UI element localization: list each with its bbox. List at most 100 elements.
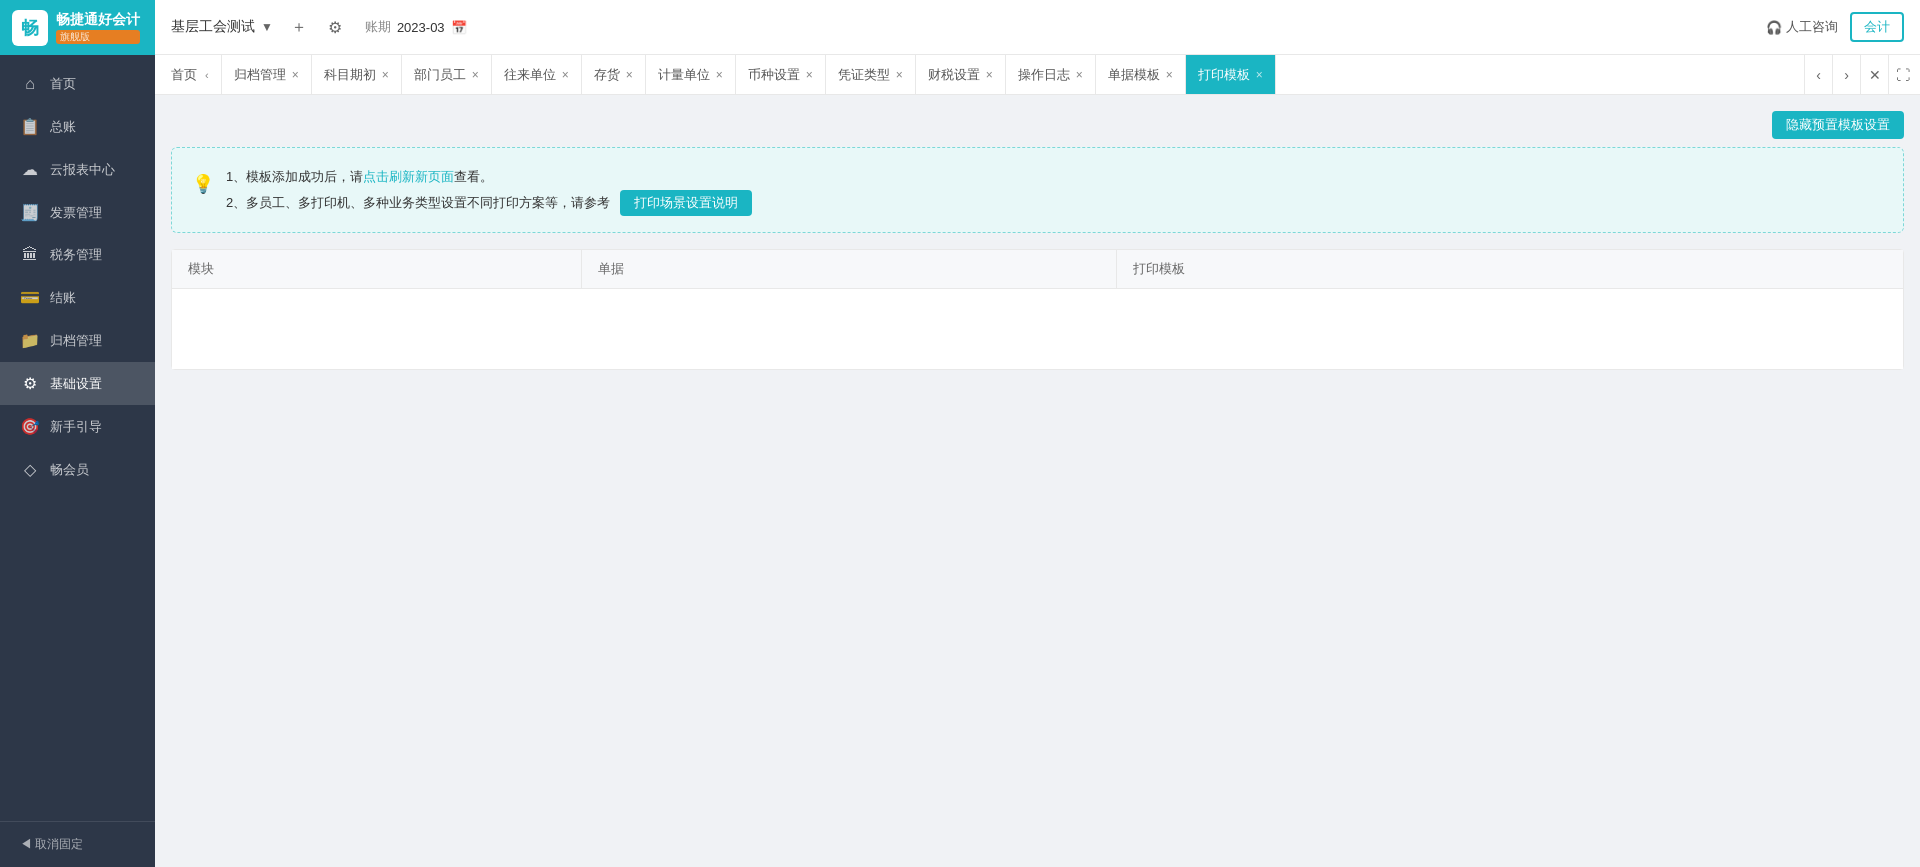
tab-next-button[interactable]: › bbox=[1832, 55, 1860, 95]
period-label: 账期 bbox=[365, 18, 391, 36]
sidebar-item-member[interactable]: ◇ 畅会员 bbox=[0, 448, 155, 491]
sidebar-label-settle: 结账 bbox=[50, 289, 76, 307]
tab-label-stock: 存货 bbox=[594, 66, 620, 84]
tab-partner[interactable]: 往来单位 × bbox=[492, 55, 582, 95]
company-chevron-icon: ▼ bbox=[261, 20, 273, 34]
hide-preview-button[interactable]: 隐藏预置模板设置 bbox=[1772, 111, 1904, 139]
notice-refresh-link[interactable]: 点击刷新新页面 bbox=[363, 169, 454, 184]
tab-subject[interactable]: 科目期初 × bbox=[312, 55, 402, 95]
tab-printtemplate[interactable]: 打印模板 × bbox=[1186, 55, 1276, 95]
settle-icon: 💳 bbox=[20, 288, 40, 307]
tab-singletemplate[interactable]: 单据模板 × bbox=[1096, 55, 1186, 95]
notice-line2: 2、多员工、多打印机、多种业务类型设置不同打印方案等，请参考 打印场景设置说明 bbox=[226, 190, 1883, 216]
sidebar-label-archive: 归档管理 bbox=[50, 332, 102, 350]
tab-archive[interactable]: 归档管理 × bbox=[222, 55, 312, 95]
sidebar-label-settings: 基础设置 bbox=[50, 375, 102, 393]
tab-close-voucher[interactable]: × bbox=[896, 68, 903, 82]
sidebar-nav: ⌂ 首页 📋 总账 ☁ 云报表中心 🧾 发票管理 🏛 税务管理 💳 结账 📁 归… bbox=[0, 55, 155, 821]
company-selector[interactable]: 基层工会测试 ▼ bbox=[171, 18, 273, 36]
sidebar-item-reports[interactable]: ☁ 云报表中心 bbox=[0, 148, 155, 191]
sidebar-item-invoice[interactable]: 🧾 发票管理 bbox=[0, 191, 155, 234]
settings-icon: ⚙ bbox=[20, 374, 40, 393]
tab-close-printtemplate[interactable]: × bbox=[1256, 68, 1263, 82]
tab-close-currency[interactable]: × bbox=[806, 68, 813, 82]
sidebar-item-ledger[interactable]: 📋 总账 bbox=[0, 105, 155, 148]
sidebar-label-member: 畅会员 bbox=[50, 461, 89, 479]
tab-close-stock[interactable]: × bbox=[626, 68, 633, 82]
sidebar-item-home[interactable]: ⌂ 首页 bbox=[0, 63, 155, 105]
tab-label-currency: 币种设置 bbox=[748, 66, 800, 84]
account-button[interactable]: 会计 bbox=[1850, 12, 1904, 42]
tab-label-dept: 部门员工 bbox=[414, 66, 466, 84]
headset-icon: 🎧 bbox=[1766, 20, 1782, 35]
company-name: 基层工会测试 bbox=[171, 18, 255, 36]
tab-prev-button[interactable]: ‹ bbox=[1804, 55, 1832, 95]
tab-label-taxsetting: 财税设置 bbox=[928, 66, 980, 84]
member-icon: ◇ bbox=[20, 460, 40, 479]
tab-label-singletemplate: 单据模板 bbox=[1108, 66, 1160, 84]
guide-icon: 🎯 bbox=[20, 417, 40, 436]
add-tab-button[interactable]: ＋ bbox=[285, 13, 313, 41]
tab-unit[interactable]: 计量单位 × bbox=[646, 55, 736, 95]
notice-line1-post: 查看。 bbox=[454, 169, 493, 184]
sidebar-label-tax: 税务管理 bbox=[50, 246, 102, 264]
data-table: 模块 单据 打印模板 bbox=[171, 249, 1904, 370]
sidebar-logo: 畅 畅捷通好会计 旗舰版 bbox=[0, 0, 155, 55]
tab-currency[interactable]: 币种设置 × bbox=[736, 55, 826, 95]
sidebar-item-archive[interactable]: 📁 归档管理 bbox=[0, 319, 155, 362]
invoice-icon: 🧾 bbox=[20, 203, 40, 222]
sidebar-label-home: 首页 bbox=[50, 75, 76, 93]
tab-close-button[interactable]: ✕ bbox=[1860, 55, 1888, 95]
sidebar-footer[interactable]: ◀ 取消固定 bbox=[0, 821, 155, 867]
settings-icon[interactable]: ⚙ bbox=[321, 13, 349, 41]
content-header: 隐藏预置模板设置 bbox=[171, 111, 1904, 139]
calendar-icon[interactable]: 📅 bbox=[451, 20, 467, 35]
tab-home[interactable]: 首页 ‹ bbox=[159, 55, 222, 95]
tab-close-archive[interactable]: × bbox=[292, 68, 299, 82]
sidebar-label-invoice: 发票管理 bbox=[50, 204, 102, 222]
logo-subtitle: 旗舰版 bbox=[56, 30, 140, 44]
period-value: 2023-03 bbox=[397, 20, 445, 35]
support-button[interactable]: 🎧 人工咨询 bbox=[1766, 18, 1838, 36]
content-area: 隐藏预置模板设置 💡 1、模板添加成功后，请点击刷新新页面查看。 2、多员工、多… bbox=[155, 95, 1920, 867]
logo-text: 畅捷通好会计 旗舰版 bbox=[56, 11, 140, 44]
tab-close-partner[interactable]: × bbox=[562, 68, 569, 82]
notice-line1: 1、模板添加成功后，请点击刷新新页面查看。 bbox=[226, 164, 1883, 190]
sidebar-label-reports: 云报表中心 bbox=[50, 161, 115, 179]
tab-close-singletemplate[interactable]: × bbox=[1166, 68, 1173, 82]
archive-icon: 📁 bbox=[20, 331, 40, 350]
sidebar-item-settle[interactable]: 💳 结账 bbox=[0, 276, 155, 319]
tab-label-printtemplate: 打印模板 bbox=[1198, 66, 1250, 84]
table-header: 模块 单据 打印模板 bbox=[172, 250, 1903, 289]
tab-dept[interactable]: 部门员工 × bbox=[402, 55, 492, 95]
tab-stock[interactable]: 存货 × bbox=[582, 55, 646, 95]
notice-bulb-icon: 💡 bbox=[192, 166, 214, 202]
tab-label-unit: 计量单位 bbox=[658, 66, 710, 84]
tab-maximize-button[interactable]: ⛶ bbox=[1888, 55, 1916, 95]
support-label: 人工咨询 bbox=[1786, 18, 1838, 36]
print-scene-button[interactable]: 打印场景设置说明 bbox=[620, 190, 752, 216]
tab-voucher[interactable]: 凭证类型 × bbox=[826, 55, 916, 95]
tab-home-chevron: ‹ bbox=[205, 69, 209, 81]
sidebar-item-guide[interactable]: 🎯 新手引导 bbox=[0, 405, 155, 448]
tab-oplog[interactable]: 操作日志 × bbox=[1006, 55, 1096, 95]
tab-close-dept[interactable]: × bbox=[472, 68, 479, 82]
header-right: 🎧 人工咨询 会计 bbox=[1766, 12, 1904, 42]
tab-taxsetting[interactable]: 财税设置 × bbox=[916, 55, 1006, 95]
tab-label-partner: 往来单位 bbox=[504, 66, 556, 84]
sidebar-label-guide: 新手引导 bbox=[50, 418, 102, 436]
tab-label-voucher: 凭证类型 bbox=[838, 66, 890, 84]
tax-icon: 🏛 bbox=[20, 246, 40, 264]
tab-close-taxsetting[interactable]: × bbox=[986, 68, 993, 82]
sidebar: 畅 畅捷通好会计 旗舰版 ⌂ 首页 📋 总账 ☁ 云报表中心 🧾 发票管理 🏛 … bbox=[0, 0, 155, 867]
tab-close-oplog[interactable]: × bbox=[1076, 68, 1083, 82]
top-header: 基层工会测试 ▼ ＋ ⚙ 账期 2023-03 📅 🎧 人工咨询 会计 bbox=[155, 0, 1920, 55]
tab-close-unit[interactable]: × bbox=[716, 68, 723, 82]
tab-close-subject[interactable]: × bbox=[382, 68, 389, 82]
col-template: 打印模板 bbox=[1117, 250, 1903, 288]
sidebar-item-tax[interactable]: 🏛 税务管理 bbox=[0, 234, 155, 276]
sidebar-label-ledger: 总账 bbox=[50, 118, 76, 136]
notice-line2-pre: 2、多员工、多打印机、多种业务类型设置不同打印方案等，请参考 bbox=[226, 195, 610, 210]
table-body bbox=[172, 289, 1903, 369]
sidebar-item-settings[interactable]: ⚙ 基础设置 bbox=[0, 362, 155, 405]
